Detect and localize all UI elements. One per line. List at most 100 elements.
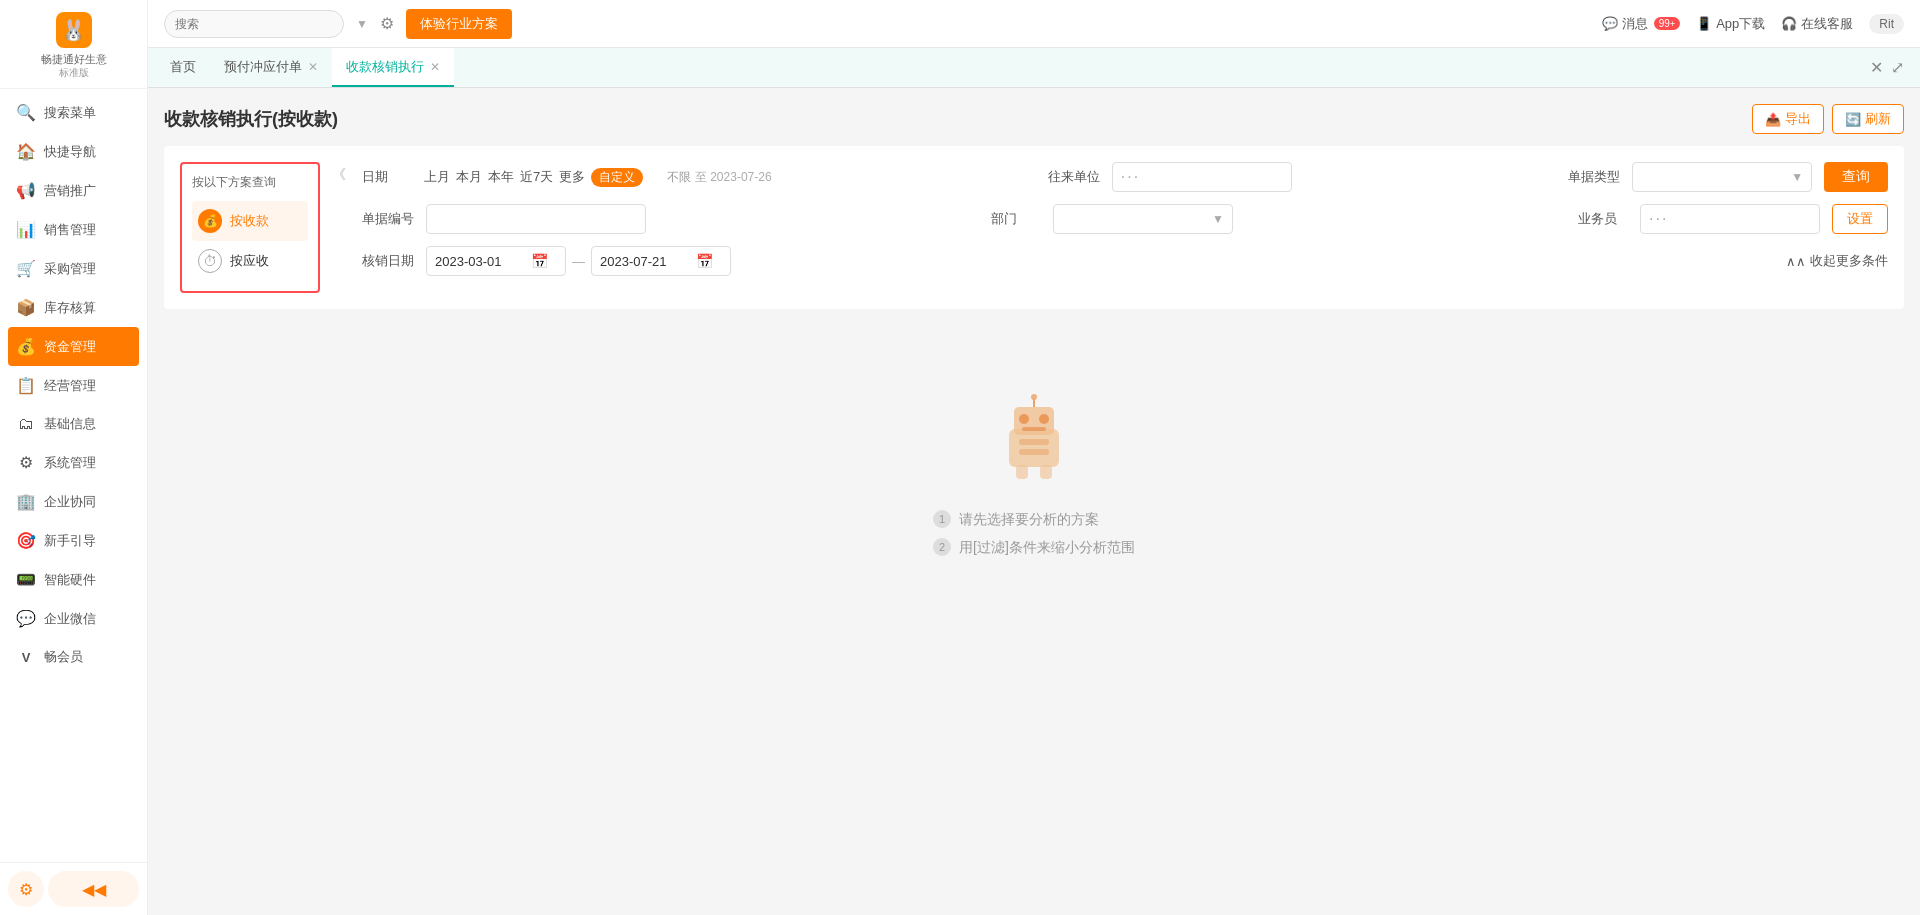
service-icon: 🎧 <box>1781 16 1797 31</box>
message-icon: 💬 <box>1602 16 1618 31</box>
tip-text-1: 请先选择要分析的方案 <box>959 505 1099 533</box>
sidebar-item-marketing[interactable]: 📢 营销推广 <box>0 171 147 210</box>
sidebar-item-quicknav[interactable]: 🏠 快捷导航 <box>0 132 147 171</box>
app-icon: 📱 <box>1696 16 1712 31</box>
close-tab-prepay[interactable]: ✕ <box>308 60 318 74</box>
staff-dots: ··· <box>1649 210 1668 228</box>
sidebar-item-label: 智能硬件 <box>44 571 96 589</box>
page-title: 收款核销执行(按收款) <box>164 107 338 131</box>
svg-rect-9 <box>1016 465 1028 479</box>
counterpart-label: 往来单位 <box>1048 168 1100 186</box>
sidebar-item-guide[interactable]: 🎯 新手引导 <box>0 521 147 560</box>
dept-arrow-icon: ▼ <box>1212 212 1224 226</box>
tab-home[interactable]: 首页 <box>156 48 210 87</box>
date-custom-badge[interactable]: 自定义 <box>591 168 643 187</box>
sidebar-item-label: 库存核算 <box>44 299 96 317</box>
sidebar-item-label: 搜索菜单 <box>44 104 96 122</box>
filter-by-receipt[interactable]: 💰 按收款 <box>192 201 308 241</box>
filter-collapse-btn[interactable]: 《 <box>328 162 350 188</box>
export-btn[interactable]: 📤 导出 <box>1752 104 1824 134</box>
hardware-icon: 📟 <box>16 570 36 589</box>
doctype-arrow-icon: ▼ <box>1791 170 1803 184</box>
service-label: 在线客服 <box>1801 15 1853 33</box>
industry-btn[interactable]: 体验行业方案 <box>406 9 512 39</box>
tip-text-2: 用[过滤]条件来缩小分析范围 <box>959 533 1135 561</box>
sidebar-item-member[interactable]: V 畅会员 <box>0 638 147 676</box>
svg-rect-8 <box>1019 449 1049 455</box>
finance-icon: 💰 <box>16 337 36 356</box>
tab-close-icon[interactable]: ✕ <box>1870 58 1883 77</box>
sidebar-item-label: 企业协同 <box>44 493 96 511</box>
sidebar-item-label: 采购管理 <box>44 260 96 278</box>
sidebar-item-finance[interactable]: 💰 资金管理 <box>8 327 139 366</box>
sidebar-logo: 🐰 畅捷通好生意 标准版 <box>0 0 147 89</box>
sidebar-item-search[interactable]: 🔍 搜索菜单 <box>0 93 147 132</box>
date-dash: — <box>572 254 585 269</box>
dropdown-arrow-icon[interactable]: ▼ <box>356 17 368 31</box>
query-btn[interactable]: 查询 <box>1824 162 1888 192</box>
message-btn[interactable]: 💬 消息 99+ <box>1602 15 1680 33</box>
collapse-up-icon: ∧∧ <box>1786 254 1806 269</box>
tab-expand-icon[interactable]: ⤢ <box>1891 58 1904 77</box>
date-more[interactable]: 更多 <box>559 168 585 186</box>
dept-select[interactable]: ▼ <box>1053 204 1233 234</box>
sidebar-item-system[interactable]: ⚙ 系统管理 <box>0 443 147 482</box>
sidebar-bottom: ⚙ ◀◀ <box>0 862 147 915</box>
sidebar-item-enterprise[interactable]: 🏢 企业协同 <box>0 482 147 521</box>
refresh-icon: 🔄 <box>1845 112 1861 127</box>
sidebar-item-inventory[interactable]: 📦 库存核算 <box>0 288 147 327</box>
date-last-month[interactable]: 上月 <box>424 168 450 186</box>
filter-row-2: 单据编号 部门 ▼ 业务员 ··· 设置 <box>362 204 1888 234</box>
sidebar-collapse-btn[interactable]: ◀◀ <box>48 871 139 907</box>
filter-form: 日期 上月 本月 本年 近7天 更多 自定义 不限 至 2023-07-26 <box>362 162 1888 293</box>
sidebar-item-wechat[interactable]: 💬 企业微信 <box>0 599 147 638</box>
receivable-icon: ⏱ <box>198 249 222 273</box>
member-icon: V <box>16 650 36 665</box>
sidebar-item-label: 系统管理 <box>44 454 96 472</box>
sidebar-item-hardware[interactable]: 📟 智能硬件 <box>0 560 147 599</box>
date-this-year[interactable]: 本年 <box>488 168 514 186</box>
user-avatar[interactable]: Rit <box>1869 14 1904 34</box>
sidebar-settings-btn[interactable]: ⚙ <box>8 871 44 907</box>
calendar-start-icon[interactable]: 📅 <box>531 253 548 269</box>
filter-panel-title: 按以下方案查询 <box>192 174 308 191</box>
filter-row-3: 核销日期 📅 — 📅 <box>362 246 1888 276</box>
sidebar-item-operations[interactable]: 📋 经营管理 <box>0 366 147 405</box>
doctype-select[interactable]: ▼ <box>1632 162 1812 192</box>
refresh-btn[interactable]: 🔄 刷新 <box>1832 104 1904 134</box>
writeoff-end-input[interactable] <box>600 254 690 269</box>
svg-rect-10 <box>1040 465 1052 479</box>
sidebar-item-sales[interactable]: 📊 销售管理 <box>0 210 147 249</box>
filter-by-receivable[interactable]: ⏱ 按应收 <box>192 241 308 281</box>
close-tab-receivables[interactable]: ✕ <box>430 60 440 74</box>
writeoff-date-range: 📅 — 📅 <box>426 246 731 276</box>
app-download-btn[interactable]: 📱 App下载 <box>1696 15 1765 33</box>
writeoff-start-input[interactable] <box>435 254 525 269</box>
username-label: Rit <box>1879 17 1894 31</box>
settings-gear-icon[interactable]: ⚙ <box>380 14 394 33</box>
topbar-right: 💬 消息 99+ 📱 App下载 🎧 在线客服 Rit <box>1602 14 1904 34</box>
sidebar-item-label: 快捷导航 <box>44 143 96 161</box>
sidebar-item-purchase[interactable]: 🛒 采购管理 <box>0 249 147 288</box>
staff-select[interactable]: ··· <box>1640 204 1820 234</box>
home-icon: 🏠 <box>16 142 36 161</box>
date-this-month[interactable]: 本月 <box>456 168 482 186</box>
service-btn[interactable]: 🎧 在线客服 <box>1781 15 1853 33</box>
sidebar-item-basic[interactable]: 🗂 基础信息 <box>0 405 147 443</box>
sidebar-item-label: 新手引导 <box>44 532 96 550</box>
date-7days[interactable]: 近7天 <box>520 168 553 186</box>
calendar-end-icon[interactable]: 📅 <box>696 253 713 269</box>
collapse-more-btn[interactable]: ∧∧ 收起更多条件 <box>1786 252 1888 270</box>
sidebar-item-label: 基础信息 <box>44 415 96 433</box>
page-actions: 📤 导出 🔄 刷新 <box>1752 104 1904 134</box>
system-icon: ⚙ <box>16 453 36 472</box>
page-header: 收款核销执行(按收款) 📤 导出 🔄 刷新 <box>164 104 1904 134</box>
tab-prepay[interactable]: 预付冲应付单 ✕ <box>210 48 332 87</box>
tab-receivables[interactable]: 收款核销执行 ✕ <box>332 48 454 87</box>
message-label: 消息 <box>1622 15 1648 33</box>
robot-svg <box>984 389 1084 489</box>
search-input[interactable] <box>164 10 344 38</box>
counterpart-select[interactable]: ··· <box>1112 162 1292 192</box>
settings-btn[interactable]: 设置 <box>1832 204 1888 234</box>
docno-input[interactable] <box>426 204 646 234</box>
